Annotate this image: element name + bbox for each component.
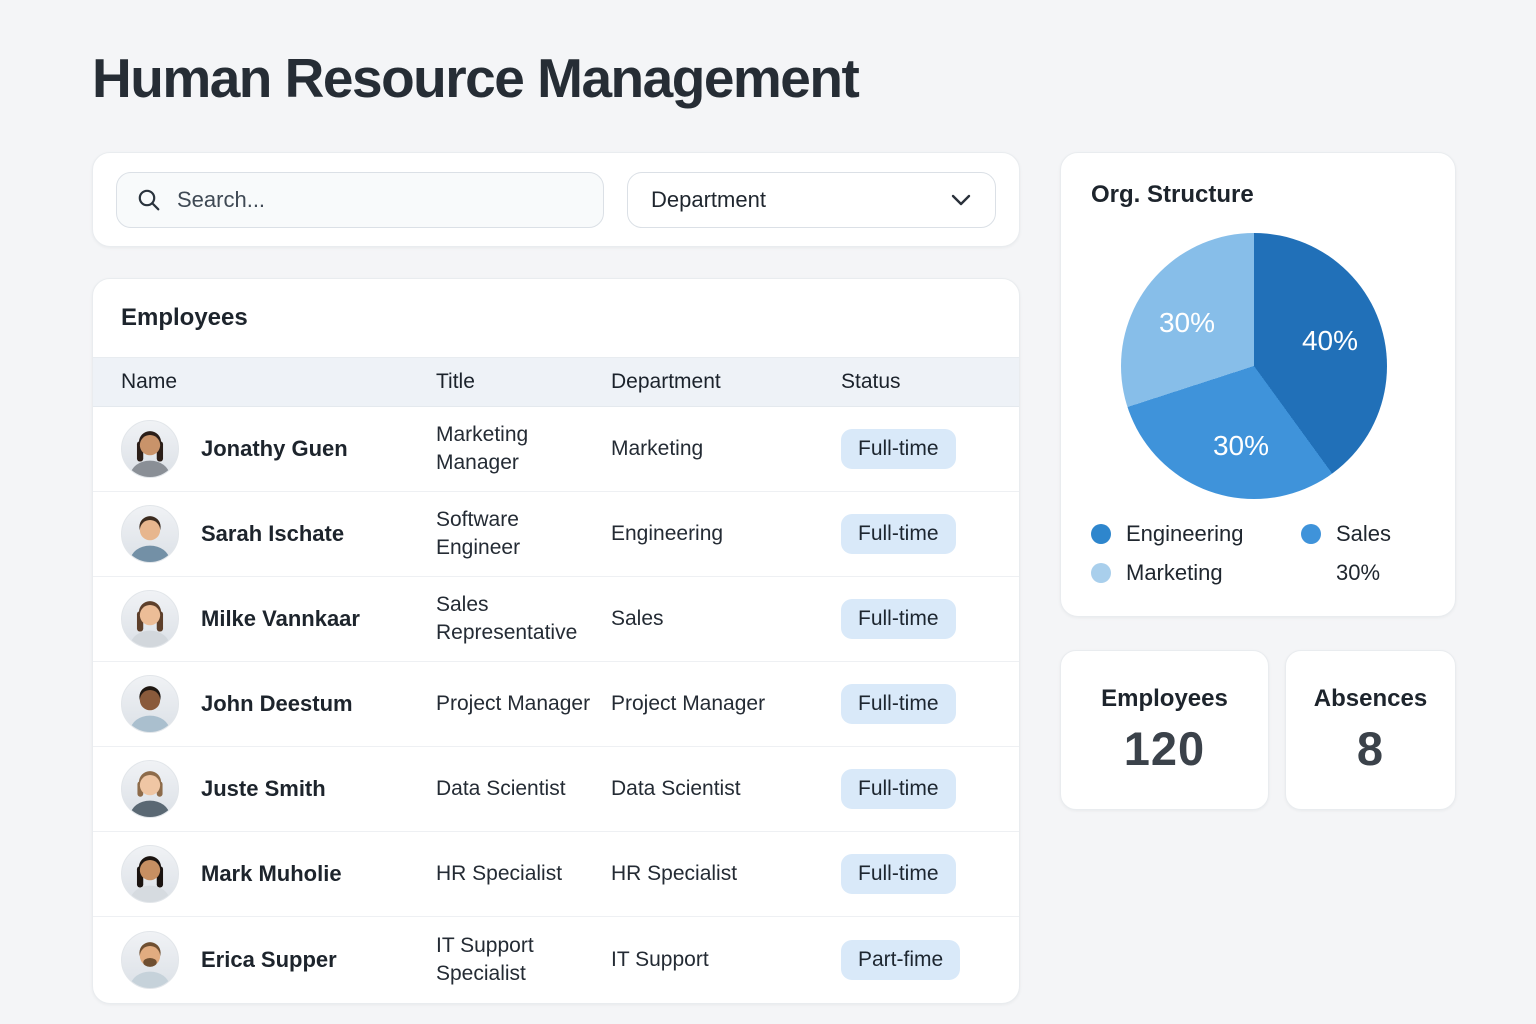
employees-panel-heading: Employees xyxy=(93,279,1019,358)
legend-label: 30% xyxy=(1336,560,1381,585)
legend-item-engineering: Engineering xyxy=(1091,521,1301,547)
employee-title: Project Manager xyxy=(436,692,591,716)
employee-name: Sarah Ischate xyxy=(201,521,345,546)
avatar xyxy=(121,420,179,478)
avatar xyxy=(121,505,179,563)
employee-title: IT Support Specialist xyxy=(436,933,534,985)
table-header-row: Name Title Department Status xyxy=(93,358,1019,407)
legend-item-sales: Sales xyxy=(1301,521,1431,547)
employees-stat-card: Employees 120 xyxy=(1060,650,1269,810)
column-header-department: Department xyxy=(611,370,721,393)
absences-stat-card: Absences 8 xyxy=(1285,650,1456,810)
table-row[interactable]: Milke Vannkaar Sales Representative Sale… xyxy=(93,577,1019,662)
avatar xyxy=(121,760,179,818)
legend-dot-engineering xyxy=(1091,524,1111,544)
org-structure-title: Org. Structure xyxy=(1091,181,1254,208)
employee-department: Project Manager xyxy=(611,692,766,716)
org-structure-panel: Org. Structure 40% 30% 30% Engineering S… xyxy=(1060,152,1456,617)
pie-label-sales: 30% xyxy=(1212,430,1270,461)
status-badge: Full-time xyxy=(841,599,956,639)
avatar xyxy=(121,590,179,648)
table-row[interactable]: Jonathy Guen Marketing Manager Marketing… xyxy=(93,407,1019,492)
status-badge: Part-fime xyxy=(841,939,961,980)
employee-title: HR Specialist xyxy=(436,862,563,886)
stat-value: 8 xyxy=(1356,721,1385,775)
chevron-down-icon xyxy=(950,193,972,207)
status-badge: Full-time xyxy=(841,854,956,894)
employee-name: John Deestum xyxy=(201,691,353,716)
table-row[interactable]: Juste Smith Data Scientist Data Scientis… xyxy=(93,747,1019,832)
table-row[interactable]: John Deestum Project Manager Project Man… xyxy=(93,662,1019,747)
employee-name: Erica Supper xyxy=(201,946,337,972)
avatar xyxy=(121,675,179,733)
search-icon xyxy=(136,187,162,213)
search-box[interactable] xyxy=(116,171,604,228)
pie-label-engineering: 40% xyxy=(1301,325,1359,356)
avatar xyxy=(121,930,179,989)
status-badge: Full-time xyxy=(841,769,956,809)
column-header-title: Title xyxy=(436,370,475,393)
legend-dot-sales xyxy=(1301,524,1321,544)
employee-department: IT Support xyxy=(611,947,709,971)
pie-label-marketing: 30% xyxy=(1158,307,1216,338)
department-dropdown[interactable]: Department xyxy=(627,171,996,228)
avatar xyxy=(121,845,179,903)
legend-item-sales-value: 30% xyxy=(1301,560,1431,586)
stat-label: Employees xyxy=(1101,684,1228,712)
stat-value: 120 xyxy=(1123,721,1206,775)
employee-title: Software Engineer xyxy=(436,508,521,559)
toolbar: Department xyxy=(92,152,1020,247)
status-badge: Full-time xyxy=(841,429,956,469)
employee-title: Data Scientist xyxy=(436,777,566,801)
employee-name: Juste Smith xyxy=(201,776,326,801)
employees-panel: Employees Name Title Department Status J… xyxy=(92,278,1020,1004)
employee-name: Mark Muholie xyxy=(201,861,342,886)
page-title: Human Resource Management xyxy=(92,47,860,109)
stat-label: Absences xyxy=(1313,684,1428,712)
legend-item-marketing: Marketing xyxy=(1091,560,1301,586)
legend-label: Engineering xyxy=(1126,521,1244,546)
column-header-name: Name xyxy=(121,370,178,393)
employee-title: Sales Representative xyxy=(436,593,578,644)
status-badge: Full-time xyxy=(841,514,956,554)
legend-label: Marketing xyxy=(1126,560,1223,585)
employee-department: Marketing xyxy=(611,437,704,461)
employee-department: Sales xyxy=(611,607,664,631)
table-row[interactable]: Erica Supper IT Support Specialist IT Su… xyxy=(93,917,1019,1002)
org-pie-chart: 40% 30% 30% xyxy=(1121,233,1387,499)
employee-department: Data Scientist xyxy=(611,777,741,801)
employee-name: Milke Vannkaar xyxy=(201,606,360,631)
pie-legend: Engineering Sales Marketing 30% xyxy=(1091,521,1431,586)
status-badge: Full-time xyxy=(841,684,956,724)
column-header-status: Status xyxy=(841,370,901,393)
legend-label: Sales xyxy=(1336,521,1392,546)
department-dropdown-label: Department xyxy=(651,186,766,212)
employee-department: Engineering xyxy=(611,522,724,546)
legend-dot-marketing xyxy=(1091,563,1111,583)
employee-title: Marketing Manager xyxy=(436,423,529,474)
employee-name: Jonathy Guen xyxy=(201,436,348,461)
table-row[interactable]: Sarah Ischate Software Engineer Engineer… xyxy=(93,492,1019,577)
table-row[interactable]: Mark Muholie HR Specialist HR Specialist… xyxy=(93,832,1019,917)
search-input[interactable] xyxy=(177,186,584,213)
employee-department: HR Specialist xyxy=(611,862,738,886)
